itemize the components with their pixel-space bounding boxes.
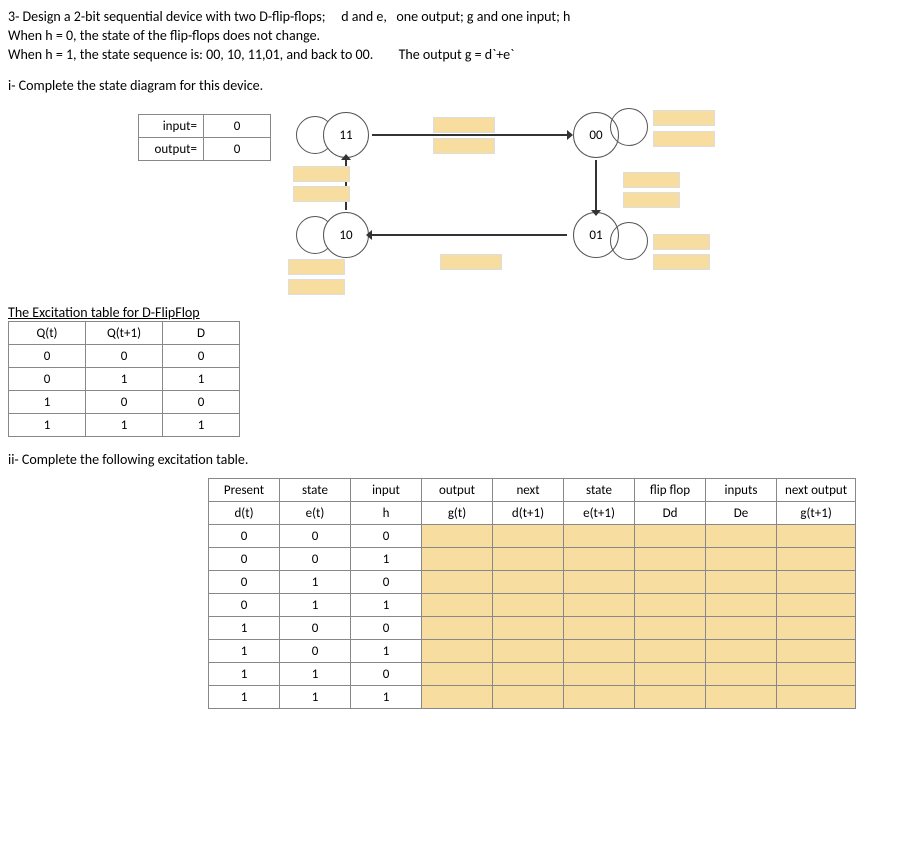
io-table: input=0 output=0 — [138, 114, 271, 161]
table-row: 100 — [209, 617, 856, 640]
state-diagram: input=0 output=0 11 00 10 01 — [158, 104, 778, 304]
table-row: 101 — [209, 640, 856, 663]
prompt-text: When h = 0, the state of the flip-flops … — [8, 27, 905, 44]
section-i-title: i- Complete the state diagram for this d… — [8, 77, 905, 94]
table-row: 001 — [209, 548, 856, 571]
table-row: 000 — [209, 525, 856, 548]
prompt-text: 3- Design a 2-bit sequential device with… — [8, 8, 905, 25]
excitation-table: Present state input output next state fl… — [208, 478, 856, 709]
section-ii-title: ii- Complete the following excitation ta… — [8, 451, 905, 468]
state-10: 10 — [323, 212, 369, 258]
d-ff-excitation-table: Q(t) Q(t+1) D 000 011 100 111 — [8, 321, 240, 437]
table-row: 111 — [209, 686, 856, 709]
table-row: 011 — [209, 594, 856, 617]
table-row: 010 — [209, 571, 856, 594]
state-11: 11 — [323, 112, 369, 158]
table-row: 110 — [209, 663, 856, 686]
excitation-caption: The Excitation table for D-FlipFlop — [8, 304, 905, 321]
prompt-text: When h = 1, the state sequence is: 00, 1… — [8, 46, 905, 63]
